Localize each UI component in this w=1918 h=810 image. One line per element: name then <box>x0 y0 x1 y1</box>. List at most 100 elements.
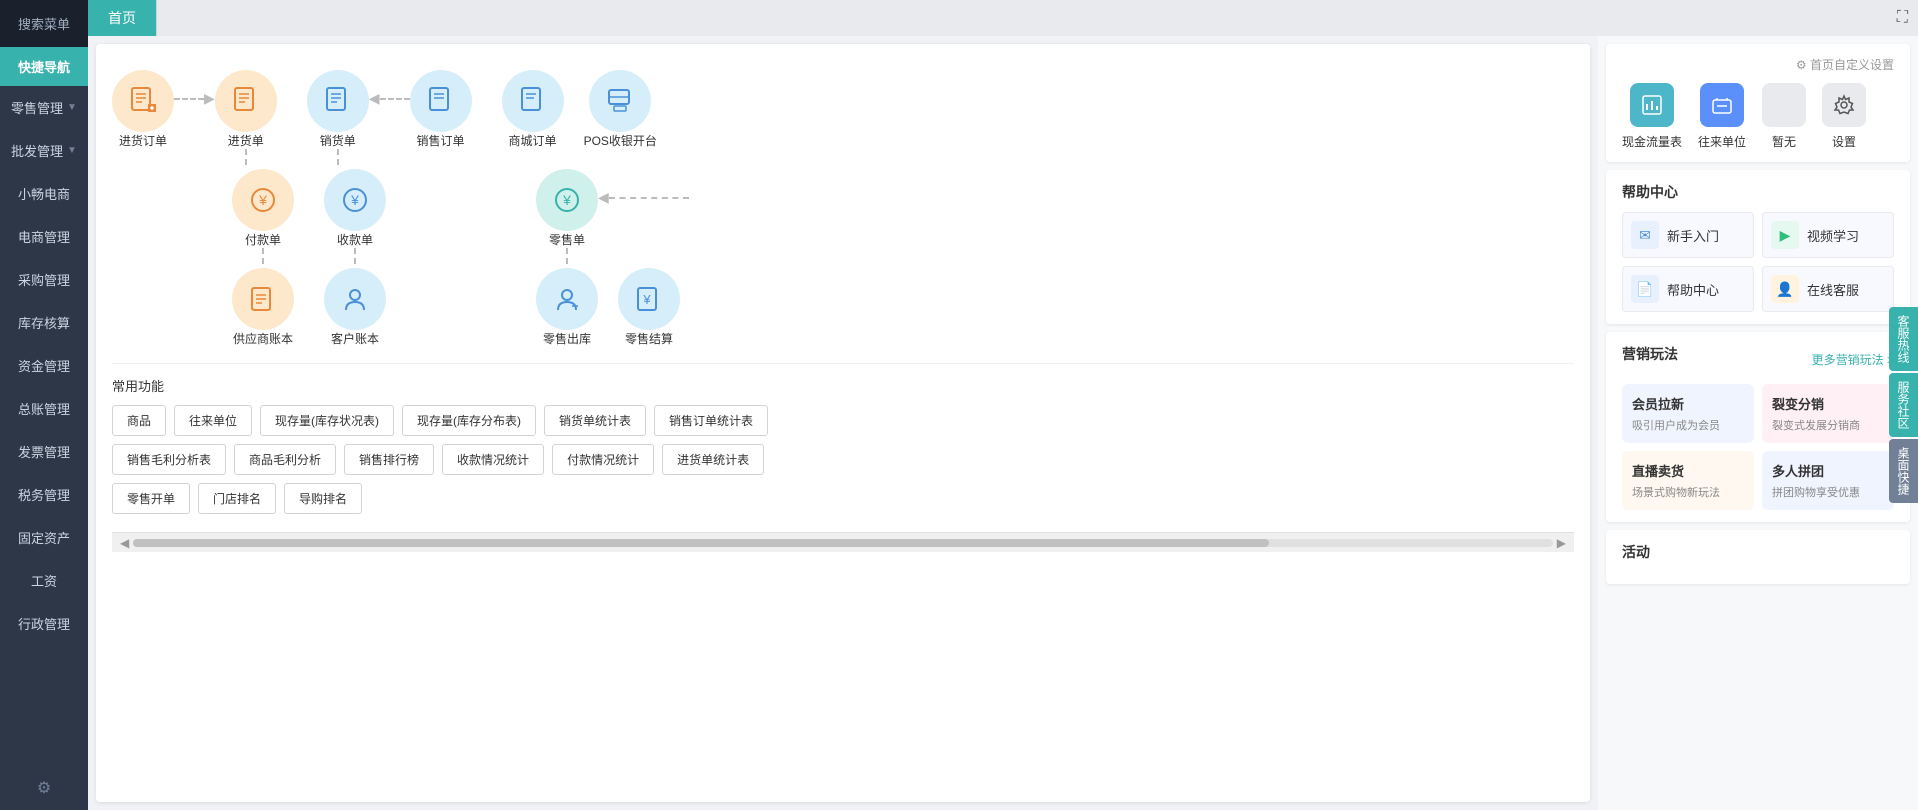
marketing-group[interactable]: 多人拼团 拼团购物享受优惠 <box>1762 451 1894 510</box>
scroll-left-arrow[interactable]: ◀ <box>116 536 133 550</box>
arrow-1: ▶ <box>174 90 215 107</box>
arrow-left-1: ◀ <box>369 90 410 107</box>
sidebar-item-admin[interactable]: 行政管理 <box>0 602 88 645</box>
settings-label: 设置 <box>1832 133 1856 150</box>
func-btn-stock1[interactable]: 现存量(库存状况表) <box>260 405 394 436</box>
svg-text:¥: ¥ <box>350 192 359 208</box>
settings-icon-box <box>1822 83 1866 127</box>
func-btn-payment-stat[interactable]: 付款情况统计 <box>552 444 654 475</box>
scroll-track[interactable] <box>133 539 1553 547</box>
marketing-title: 营销玩法 <box>1622 344 1678 364</box>
help-docs[interactable]: 📄 帮助中心 <box>1622 266 1754 312</box>
svg-text:¥: ¥ <box>642 292 651 307</box>
node-purchase-order[interactable]: 进货订单 <box>112 70 174 149</box>
shortcut-empty[interactable]: 暂无 <box>1762 83 1806 150</box>
func-btn-guide-rank[interactable]: 导购排名 <box>284 483 362 514</box>
common-functions: 常用功能 商品 往来单位 现存量(库存状况表) 现存量(库存分布表) 销货单统计… <box>112 363 1574 514</box>
sidebar-item-invoice[interactable]: 发票管理 <box>0 430 88 473</box>
node-receipt[interactable]: ¥ 收款单 <box>324 169 386 264</box>
func-btn-stock2[interactable]: 现存量(库存分布表) <box>402 405 536 436</box>
sidebar-item-inventory[interactable]: 库存核算 <box>0 301 88 344</box>
tab-bar: 首页 ⛶ <box>88 0 1918 36</box>
shortcut-settings[interactable]: 设置 <box>1822 83 1866 150</box>
marketing-live[interactable]: 直播卖货 场景式购物新玩法 <box>1622 451 1754 510</box>
tab-spacer <box>157 0 1887 36</box>
func-btn-order-stat[interactable]: 销售订单统计表 <box>654 405 768 436</box>
func-btn-retail-order[interactable]: 零售开单 <box>112 483 190 514</box>
func-btn-sales-stat[interactable]: 销货单统计表 <box>544 405 646 436</box>
sidebar-item-payroll[interactable]: 工资 <box>0 559 88 602</box>
func-btn-store-rank[interactable]: 门店排名 <box>198 483 276 514</box>
docs-icon: 📄 <box>1631 275 1659 303</box>
marketing-fission[interactable]: 裂变分销 裂变式发展分销商 <box>1762 384 1894 443</box>
sidebar-search[interactable]: 搜索菜单 <box>0 0 88 47</box>
sidebar-item-ecommerce[interactable]: 电商管理 <box>0 215 88 258</box>
sidebar-item-finance[interactable]: 资金管理 <box>0 344 88 387</box>
node-sales[interactable]: 销货单 <box>307 70 369 165</box>
help-center: 帮助中心 ✉ 新手入门 ▶ 视频学习 📄 帮助中心 👤 <box>1606 170 1910 324</box>
marketing-more-link[interactable]: 更多营销玩法 > <box>1812 351 1894 368</box>
empty-label: 暂无 <box>1772 133 1796 150</box>
group-sub: 拼团购物享受优惠 <box>1772 484 1884 500</box>
marketing-section: 营销玩法 更多营销玩法 > 会员拉新 吸引用户成为会员 裂变分销 裂变式发展分销… <box>1606 332 1910 522</box>
tab-home[interactable]: 首页 <box>88 0 157 36</box>
sidebar-item-ledger[interactable]: 总账管理 <box>0 387 88 430</box>
marketing-member[interactable]: 会员拉新 吸引用户成为会员 <box>1622 384 1754 443</box>
help-grid: ✉ 新手入门 ▶ 视频学习 📄 帮助中心 👤 在线客服 <box>1622 212 1894 312</box>
func-btn-unit[interactable]: 往来单位 <box>174 405 252 436</box>
node-sales-order[interactable]: 销售订单 <box>410 70 472 149</box>
sidebar-nav-header[interactable]: 快捷导航 <box>0 47 88 86</box>
sidebar-item-tax[interactable]: 税务管理 <box>0 473 88 516</box>
customize-link[interactable]: 首页自定义设置 <box>1796 56 1894 73</box>
help-video[interactable]: ▶ 视频学习 <box>1762 212 1894 258</box>
common-title: 常用功能 <box>112 376 1574 395</box>
scroll-thumb <box>133 539 1269 547</box>
node-payment[interactable]: ¥ 付款单 <box>232 169 294 264</box>
func-btn-product-margin[interactable]: 商品毛利分析 <box>234 444 336 475</box>
help-service[interactable]: 👤 在线客服 <box>1762 266 1894 312</box>
func-btn-sales-margin[interactable]: 销售毛利分析表 <box>112 444 226 475</box>
sidebar-item-ecommerce-small[interactable]: 小畅电商 <box>0 172 88 215</box>
docs-label: 帮助中心 <box>1667 280 1719 299</box>
quick-shortcuts: 首页自定义设置 现金流量表 往来单位 <box>1606 44 1910 162</box>
member-sub: 吸引用户成为会员 <box>1632 417 1744 433</box>
help-beginner[interactable]: ✉ 新手入门 <box>1622 212 1754 258</box>
node-pos[interactable]: POS收银开台 <box>584 70 657 149</box>
activity-section: 活动 <box>1606 530 1910 584</box>
node-retail-receipt[interactable]: ¥ 零售单 <box>536 169 598 264</box>
node-supplier-ledger[interactable]: 供应商账本 <box>232 268 294 347</box>
func-btn-purchase-stat[interactable]: 进货单统计表 <box>662 444 764 475</box>
expand-button[interactable]: ⛶ <box>1887 0 1918 36</box>
float-btn-desktop[interactable]: 桌面快捷 <box>1889 439 1918 503</box>
node-purchase[interactable]: 进货单 <box>215 70 277 165</box>
units-label: 往来单位 <box>1698 133 1746 150</box>
func-btn-receipt-stat[interactable]: 收款情况统计 <box>442 444 544 475</box>
sidebar-item-retail[interactable]: 零售管理▼ <box>0 86 88 129</box>
sidebar-item-purchase[interactable]: 采购管理 <box>0 258 88 301</box>
float-btn-community[interactable]: 服务社区 <box>1889 373 1918 437</box>
node-mall-order[interactable]: 商城订单 <box>502 70 564 149</box>
cashflow-label: 现金流量表 <box>1622 133 1682 150</box>
scroll-right-arrow[interactable]: ▶ <box>1553 536 1570 550</box>
node-retail-settlement[interactable]: ¥ 零售结算 <box>618 268 680 347</box>
float-btn-service[interactable]: 客服热线 <box>1889 307 1918 371</box>
func-btn-product[interactable]: 商品 <box>112 405 166 436</box>
activity-title: 活动 <box>1622 542 1894 562</box>
beginner-label: 新手入门 <box>1667 226 1719 245</box>
node-customer-ledger[interactable]: 客户账本 <box>324 268 386 347</box>
shortcut-units[interactable]: 往来单位 <box>1698 83 1746 150</box>
shortcuts-header: 首页自定义设置 <box>1622 56 1894 73</box>
left-panel: 进货订单 ▶ 进货单 <box>96 44 1590 802</box>
group-title: 多人拼团 <box>1772 461 1884 480</box>
node-retail-out[interactable]: 零售出库 <box>536 268 598 347</box>
beginner-icon: ✉ <box>1631 221 1659 249</box>
sidebar-settings-icon[interactable]: ⚙ <box>0 766 88 810</box>
sidebar-item-assets[interactable]: 固定资产 <box>0 516 88 559</box>
help-title: 帮助中心 <box>1622 182 1894 202</box>
sidebar-item-wholesale[interactable]: 批发管理▼ <box>0 129 88 172</box>
func-btn-sales-rank[interactable]: 销售排行榜 <box>344 444 434 475</box>
member-title: 会员拉新 <box>1632 394 1744 413</box>
shortcut-cashflow[interactable]: 现金流量表 <box>1622 83 1682 150</box>
live-sub: 场景式购物新玩法 <box>1632 484 1744 500</box>
service-icon: 👤 <box>1771 275 1799 303</box>
